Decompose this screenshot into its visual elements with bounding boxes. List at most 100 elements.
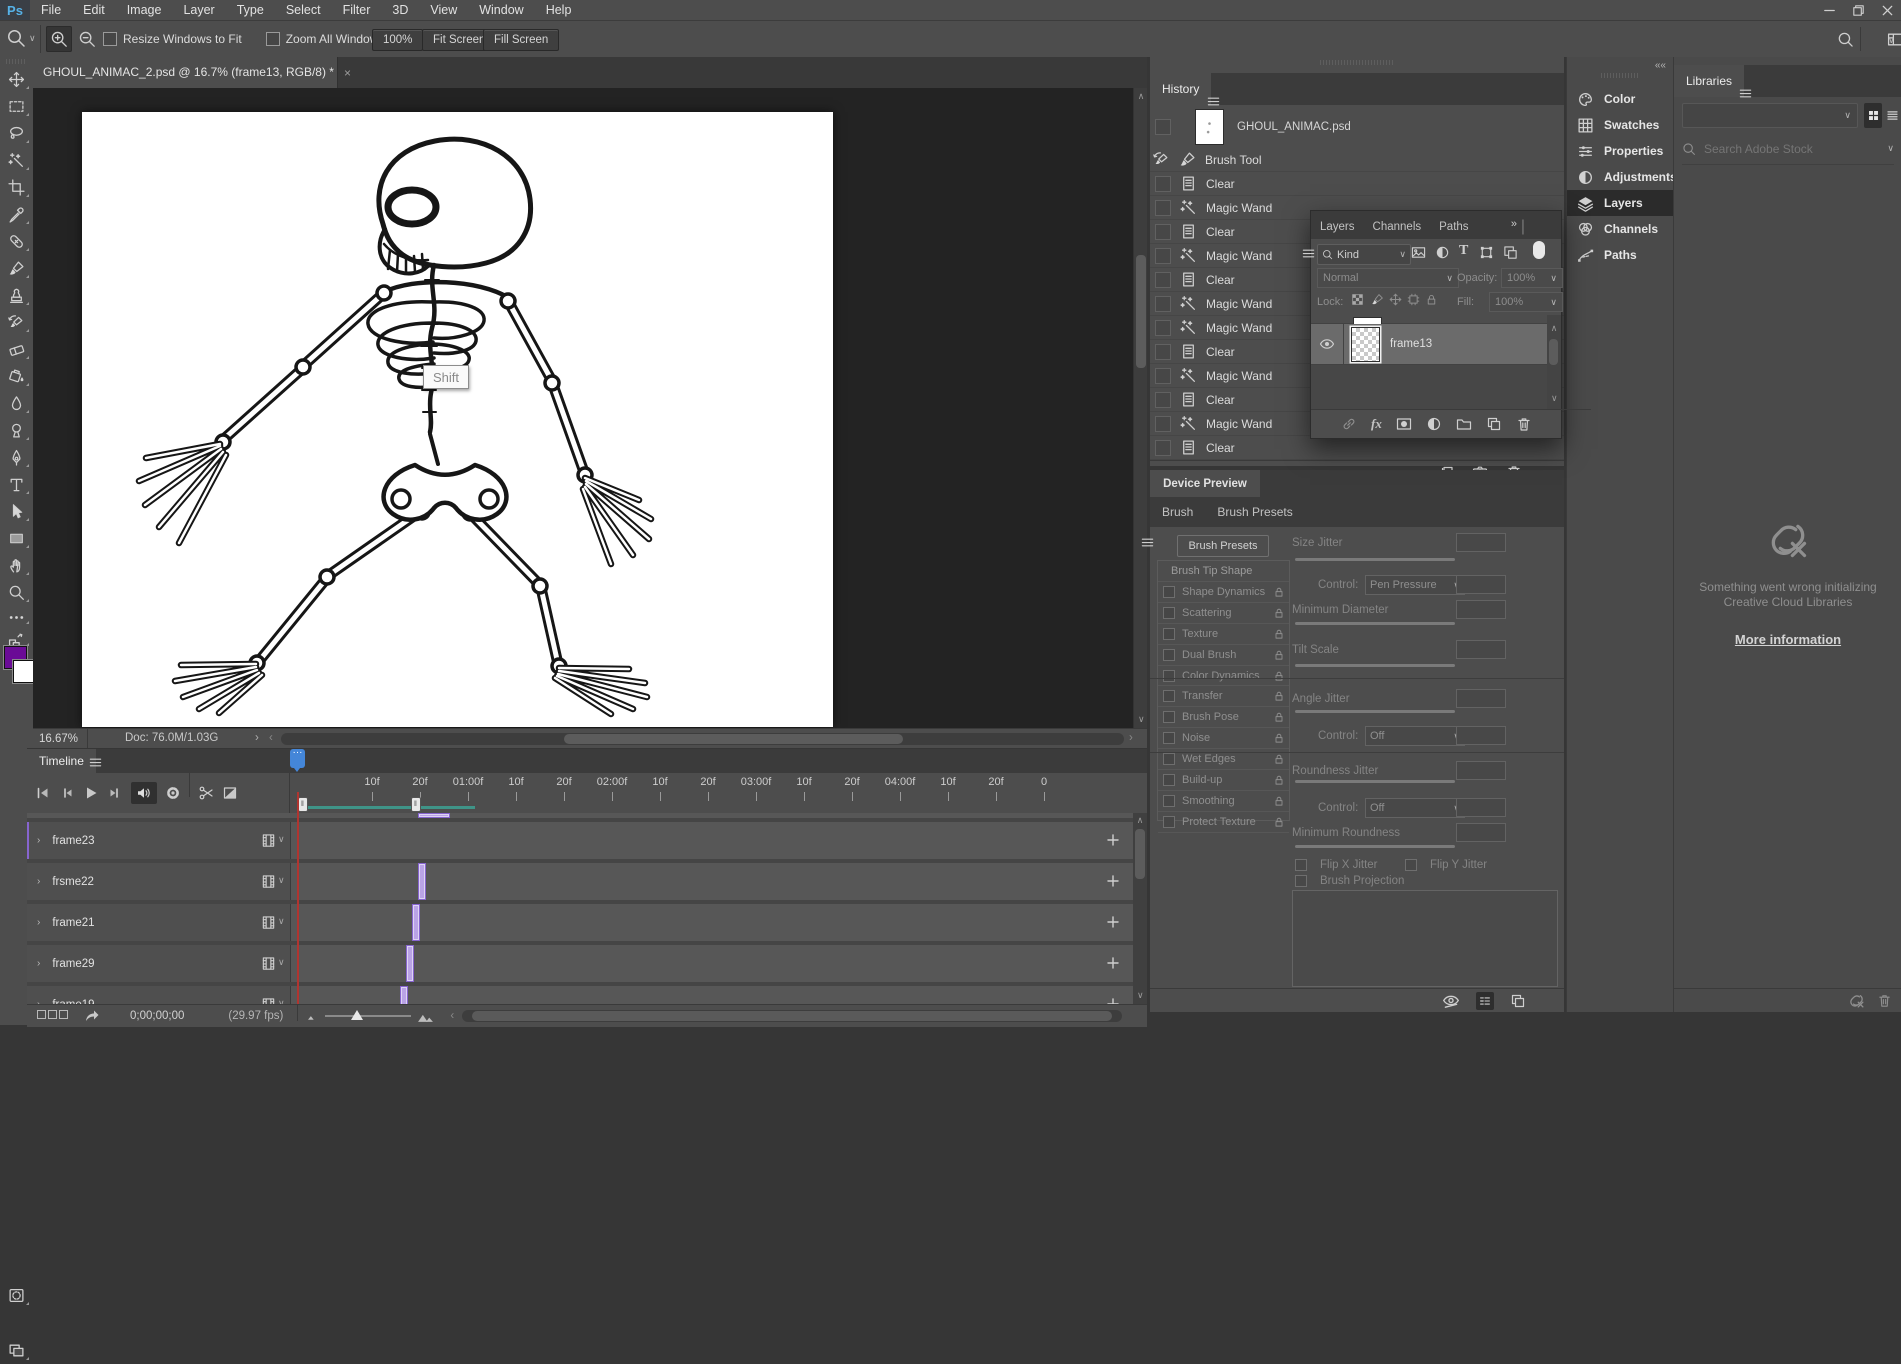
set-source-well[interactable]: [1155, 439, 1171, 456]
clip[interactable]: [412, 904, 420, 941]
minimize-icon[interactable]: [1822, 3, 1837, 18]
list-view-button[interactable]: [1885, 103, 1899, 128]
brush-option-row[interactable]: Texture: [1158, 624, 1289, 645]
checkbox-icon[interactable]: [1163, 794, 1175, 807]
scroll-down-arrow[interactable]: ∨: [1138, 714, 1145, 725]
tool-button[interactable]: [0, 390, 33, 417]
layer-thumbnail[interactable]: [1351, 326, 1380, 362]
dock-panel-button[interactable]: Paths: [1567, 242, 1674, 268]
roundness-jitter-value[interactable]: [1456, 761, 1506, 780]
scroll-up-arrow[interactable]: ∧: [1547, 323, 1561, 334]
checkbox-icon[interactable]: [1163, 669, 1175, 682]
first-frame-icon[interactable]: [35, 785, 51, 801]
set-source-well[interactable]: [1155, 199, 1171, 216]
min-diameter-value[interactable]: [1456, 600, 1506, 619]
convert-to-frame-animation-icon[interactable]: [37, 1010, 70, 1022]
lock-icon[interactable]: [1273, 711, 1285, 723]
search-input[interactable]: [1702, 140, 1856, 157]
size-jitter-value[interactable]: [1456, 533, 1506, 552]
canvas-horizontal-scrollbar[interactable]: [281, 733, 1124, 745]
tool-button[interactable]: [0, 147, 33, 174]
expand-chevron-icon[interactable]: ›: [37, 958, 40, 969]
playhead-marker[interactable]: ···: [290, 748, 305, 772]
panel-menu-icon[interactable]: [1738, 86, 1753, 101]
collapse-chevrons[interactable]: »: [1511, 218, 1517, 230]
clip[interactable]: [418, 863, 426, 900]
fill-field[interactable]: 100% ∨: [1489, 292, 1563, 312]
option-checkbox[interactable]: Resize Windows to Fit: [103, 32, 242, 46]
size-jitter-slider[interactable]: [1295, 558, 1455, 561]
set-source-well[interactable]: [1155, 367, 1171, 384]
scroll-down-arrow[interactable]: ∨: [1551, 393, 1558, 404]
brush-option-row[interactable]: Build-up: [1158, 770, 1289, 791]
tab-history[interactable]: History: [1150, 73, 1212, 105]
tool-button[interactable]: [0, 66, 33, 93]
lock-icon[interactable]: [1273, 795, 1285, 807]
history-snapshot-row[interactable]: GHOUL_ANIMAC.psd: [1150, 105, 1564, 148]
timeline-zoom-slider[interactable]: [325, 1010, 412, 1020]
work-area-end-bracket[interactable]: ‖: [411, 797, 421, 812]
delete-icon[interactable]: [1877, 993, 1892, 1008]
tool-button[interactable]: [0, 174, 33, 201]
quick-mask-button[interactable]: [0, 1282, 33, 1309]
tool-button[interactable]: [0, 336, 33, 363]
tool-button[interactable]: [0, 417, 33, 444]
set-source-well[interactable]: [1155, 415, 1171, 432]
set-source-well[interactable]: [1155, 319, 1171, 336]
expand-chevron-icon[interactable]: ›: [37, 917, 40, 928]
checkbox-icon[interactable]: [1163, 753, 1175, 766]
chevron-down-icon[interactable]: ∨: [278, 834, 285, 845]
search-icon[interactable]: [1837, 31, 1854, 48]
scrollbar-thumb[interactable]: [1136, 255, 1146, 368]
tool-button[interactable]: [0, 228, 33, 255]
history-state-row[interactable]: Clear: [1150, 436, 1564, 460]
visibility-eye-icon[interactable]: [1319, 336, 1335, 352]
tool-button[interactable]: [0, 309, 33, 336]
play-icon[interactable]: [83, 785, 99, 801]
filter-shape-layers-icon[interactable]: [1479, 245, 1494, 260]
add-media-plus-icon[interactable]: [1105, 914, 1121, 930]
checkbox-icon[interactable]: [1163, 690, 1175, 703]
artboard[interactable]: [82, 112, 833, 727]
tab-timeline[interactable]: Timeline: [27, 749, 96, 773]
lock-icon[interactable]: [1273, 670, 1285, 682]
filter-pixel-layers-icon[interactable]: [1411, 245, 1426, 260]
library-select-dropdown[interactable]: ∨: [1682, 103, 1858, 128]
lock-icon[interactable]: [1273, 607, 1285, 619]
lock-icon[interactable]: [1273, 628, 1285, 640]
roundness-jitter-slider[interactable]: [1295, 780, 1455, 783]
angle-control-dropdown[interactable]: Off∨: [1365, 726, 1465, 746]
lock-transparent-icon[interactable]: [1351, 293, 1364, 306]
angle-jitter-value[interactable]: [1456, 689, 1506, 708]
tool-button[interactable]: [0, 579, 33, 606]
tab-libraries[interactable]: Libraries: [1674, 65, 1745, 97]
clip[interactable]: [27, 822, 29, 859]
size-control-dropdown[interactable]: Pen Pressure∨: [1365, 575, 1465, 595]
more-information-link[interactable]: More information: [1735, 632, 1841, 647]
brush-option-row[interactable]: Color Dynamics: [1158, 666, 1289, 687]
timeline-vertical-scrollbar[interactable]: ∧ ∨: [1133, 813, 1147, 1004]
set-source-well[interactable]: [1155, 118, 1171, 135]
lock-position-icon[interactable]: [1389, 293, 1402, 306]
tilt-scale-slider[interactable]: [1295, 664, 1455, 667]
work-area-start-bracket[interactable]: ‖: [298, 797, 308, 812]
close-icon[interactable]: [1880, 3, 1895, 18]
brush-tab[interactable]: Brush: [1150, 497, 1205, 527]
tool-button[interactable]: [0, 498, 33, 525]
layer-mask-icon[interactable]: [1396, 416, 1412, 432]
status-menu-arrow[interactable]: ›: [255, 732, 259, 744]
scrollbar-thumb[interactable]: [472, 1011, 1113, 1021]
checkbox-icon[interactable]: [1163, 627, 1175, 640]
mute-audio-button[interactable]: [131, 782, 157, 804]
brush-option-row[interactable]: Scattering: [1158, 603, 1289, 624]
menu-item[interactable]: Type: [226, 0, 275, 20]
set-source-well[interactable]: [1155, 223, 1171, 240]
canvas-area[interactable]: ∧ ∨: [33, 88, 1147, 728]
lock-artboard-icon[interactable]: [1407, 293, 1420, 306]
set-source-well[interactable]: [1155, 295, 1171, 312]
flip-x-checkbox[interactable]: Flip X Jitter: [1295, 859, 1378, 871]
tool-button[interactable]: [0, 93, 33, 120]
history-state-row[interactable]: Brush Tool: [1150, 148, 1564, 172]
live-tip-preview-button[interactable]: [1476, 991, 1494, 1010]
scrollbar-thumb[interactable]: [1135, 829, 1145, 879]
